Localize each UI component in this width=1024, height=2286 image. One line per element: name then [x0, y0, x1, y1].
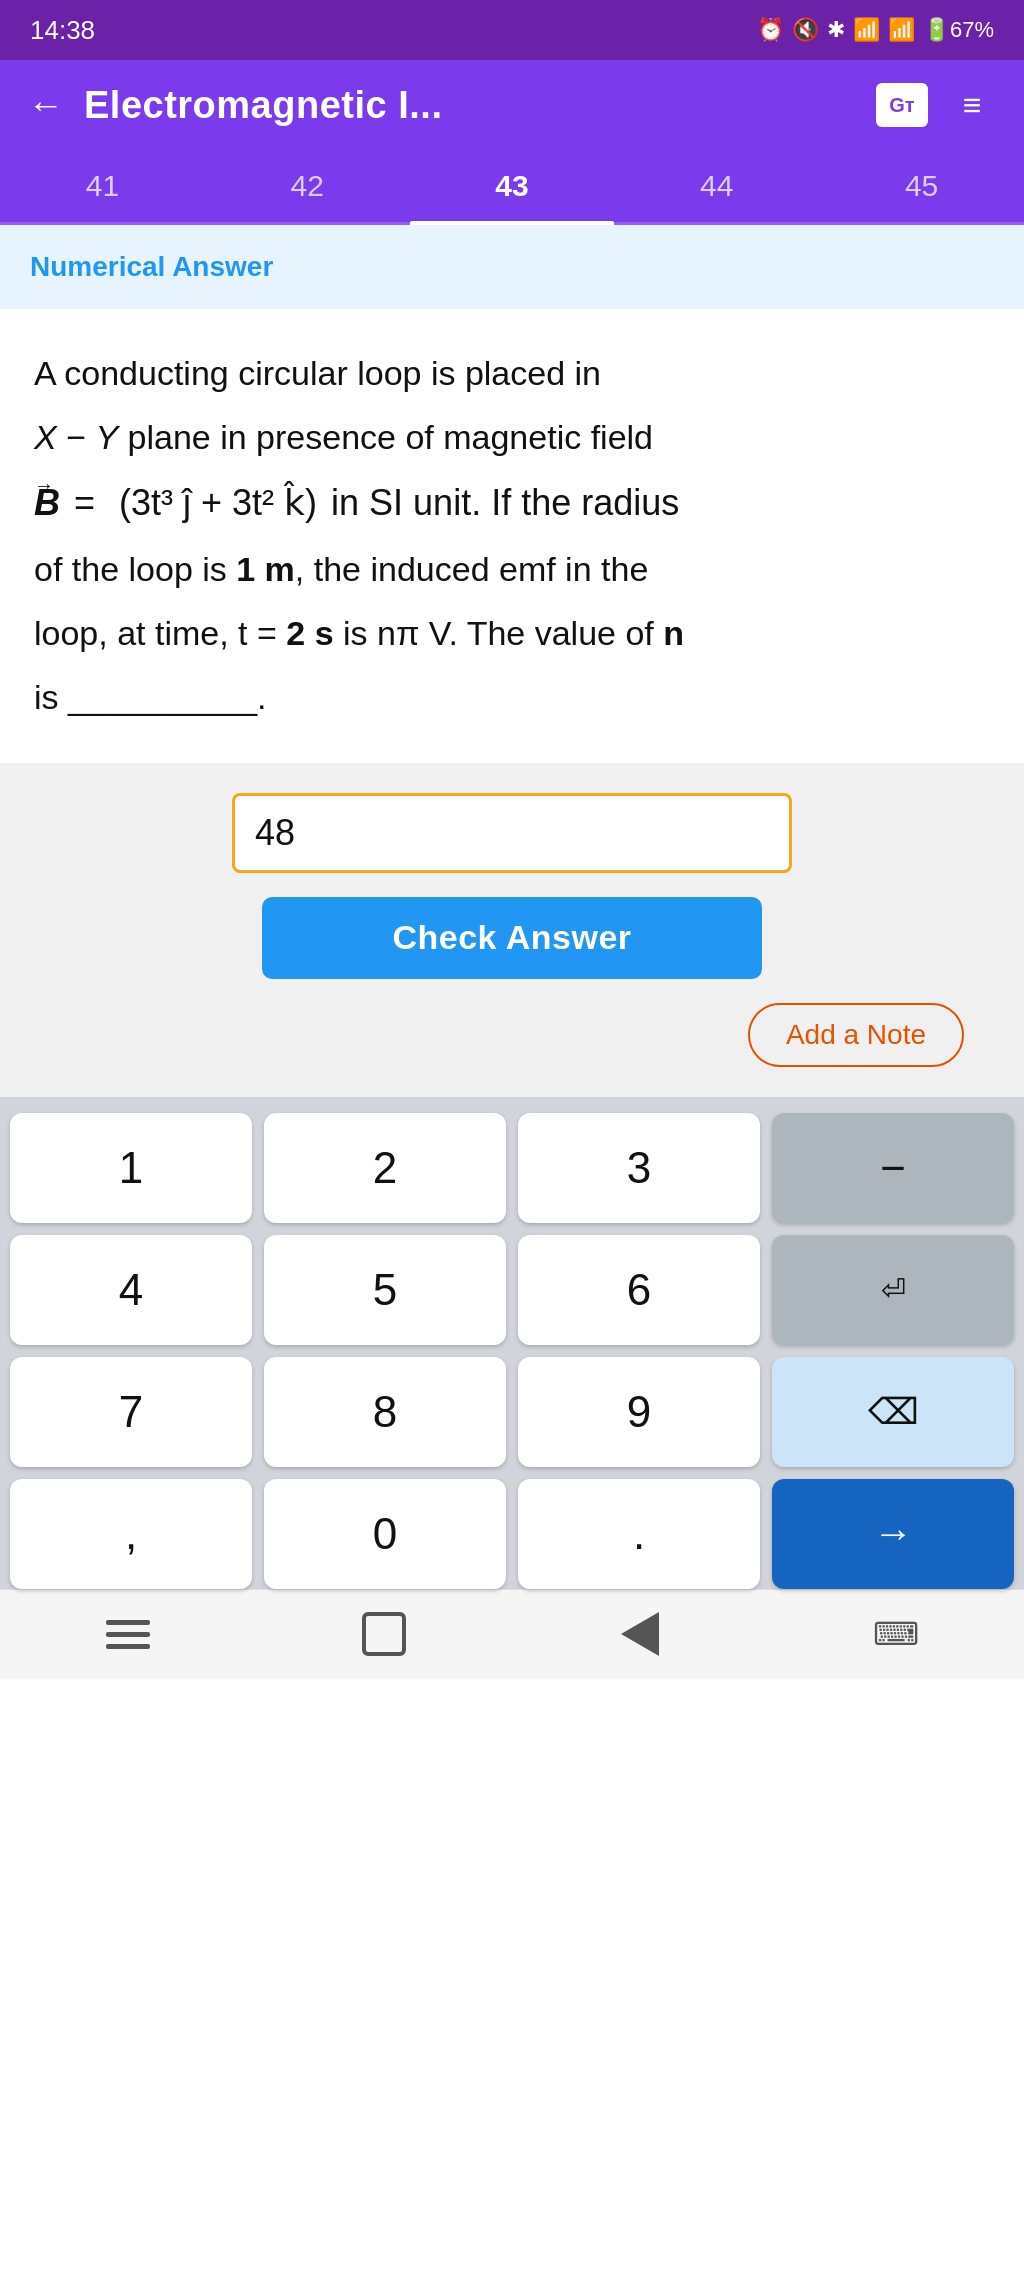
key-2[interactable]: 2: [264, 1113, 506, 1223]
enter-arrow-icon: →: [873, 1511, 913, 1556]
wifi-icon: 📶: [853, 17, 880, 43]
question-line-5: loop, at time, t = 2 s is nπ V. The valu…: [34, 605, 990, 661]
signal-icon: 📶: [888, 17, 915, 43]
nav-keyboard-button[interactable]: ⌨: [866, 1614, 926, 1654]
add-note-button[interactable]: Add a Note: [748, 1003, 964, 1067]
key-space[interactable]: ⏎: [772, 1235, 1014, 1345]
question-line-2: X − Y plane in presence of magnetic fiel…: [34, 409, 990, 465]
key-7[interactable]: 7: [10, 1357, 252, 1467]
keyboard-row-4: , 0 . →: [10, 1479, 1014, 1589]
bottom-navigation: ⌨: [0, 1589, 1024, 1679]
tab-41[interactable]: 41: [0, 150, 205, 222]
key-6[interactable]: 6: [518, 1235, 760, 1345]
keyboard-row-1: 1 2 3 −: [10, 1113, 1014, 1223]
answer-section: Check Answer Add a Note: [0, 763, 1024, 1097]
hamburger-icon: [106, 1620, 150, 1649]
menu-button[interactable]: ≡: [948, 81, 996, 129]
nav-menu-button[interactable]: [98, 1614, 158, 1654]
key-9[interactable]: 9: [518, 1357, 760, 1467]
space-icon: ⏎: [881, 1272, 906, 1307]
key-0[interactable]: 0: [264, 1479, 506, 1589]
battery-display: 🔋67%: [923, 17, 994, 43]
key-comma[interactable]: ,: [10, 1479, 252, 1589]
answer-input-field[interactable]: [232, 793, 792, 873]
key-backspace[interactable]: ⌫: [772, 1357, 1014, 1467]
tab-42[interactable]: 42: [205, 150, 410, 222]
key-1[interactable]: 1: [10, 1113, 252, 1223]
time-display: 14:38: [30, 15, 95, 46]
tab-45[interactable]: 45: [819, 150, 1024, 222]
question-type-label: Numerical Answer: [30, 251, 994, 283]
key-enter[interactable]: →: [772, 1479, 1014, 1589]
key-4[interactable]: 4: [10, 1235, 252, 1345]
status-bar: 14:38 ⏰ 🔇 ✱ 📶 📶 🔋67%: [0, 0, 1024, 60]
check-answer-button[interactable]: Check Answer: [262, 897, 762, 979]
keyboard-row-3: 7 8 9 ⌫: [10, 1357, 1014, 1467]
tab-43[interactable]: 43: [410, 150, 615, 222]
question-line-3: → B = (3t³ ĵ + 3t² k̂) in SI unit. If th…: [34, 473, 990, 532]
key-dot[interactable]: .: [518, 1479, 760, 1589]
question-line-4: of the loop is 1 m, the induced emf in t…: [34, 541, 990, 597]
numeric-keyboard: 1 2 3 − 4 5 6 ⏎ 7 8 9 ⌫ , 0 . →: [0, 1097, 1024, 1589]
top-nav-bar: ← Electromagnetic I... Gт ≡: [0, 60, 1024, 150]
question-content: A conducting circular loop is placed in …: [0, 309, 1024, 763]
question-line-6: is __________.: [34, 669, 990, 725]
alarm-icon: ⏰: [757, 17, 784, 43]
key-minus[interactable]: −: [772, 1113, 1014, 1223]
backspace-icon: ⌫: [868, 1391, 919, 1433]
nav-back-button[interactable]: [610, 1614, 670, 1654]
status-icons: ⏰ 🔇 ✱ 📶 📶 🔋67%: [757, 17, 994, 43]
translate-button[interactable]: Gт: [876, 83, 928, 127]
key-8[interactable]: 8: [264, 1357, 506, 1467]
back-button[interactable]: ←: [28, 84, 64, 126]
question-section: Numerical Answer: [0, 225, 1024, 309]
bluetooth-icon: ✱: [827, 17, 845, 43]
translate-icon-label: Gт: [889, 94, 914, 117]
keyboard-icon: ⌨: [873, 1615, 919, 1653]
keyboard-row-2: 4 5 6 ⏎: [10, 1235, 1014, 1345]
tab-44[interactable]: 44: [614, 150, 819, 222]
question-line-1: A conducting circular loop is placed in: [34, 345, 990, 401]
key-5[interactable]: 5: [264, 1235, 506, 1345]
page-title: Electromagnetic I...: [84, 84, 856, 127]
nav-home-button[interactable]: [354, 1614, 414, 1654]
home-square-icon: [362, 1612, 406, 1656]
back-triangle-icon: [621, 1612, 659, 1656]
mute-icon: 🔇: [792, 17, 819, 43]
nav-action-icons: Gт ≡: [876, 81, 996, 129]
key-3[interactable]: 3: [518, 1113, 760, 1223]
menu-icon: ≡: [963, 87, 982, 124]
question-tabs: 41 42 43 44 45: [0, 150, 1024, 225]
